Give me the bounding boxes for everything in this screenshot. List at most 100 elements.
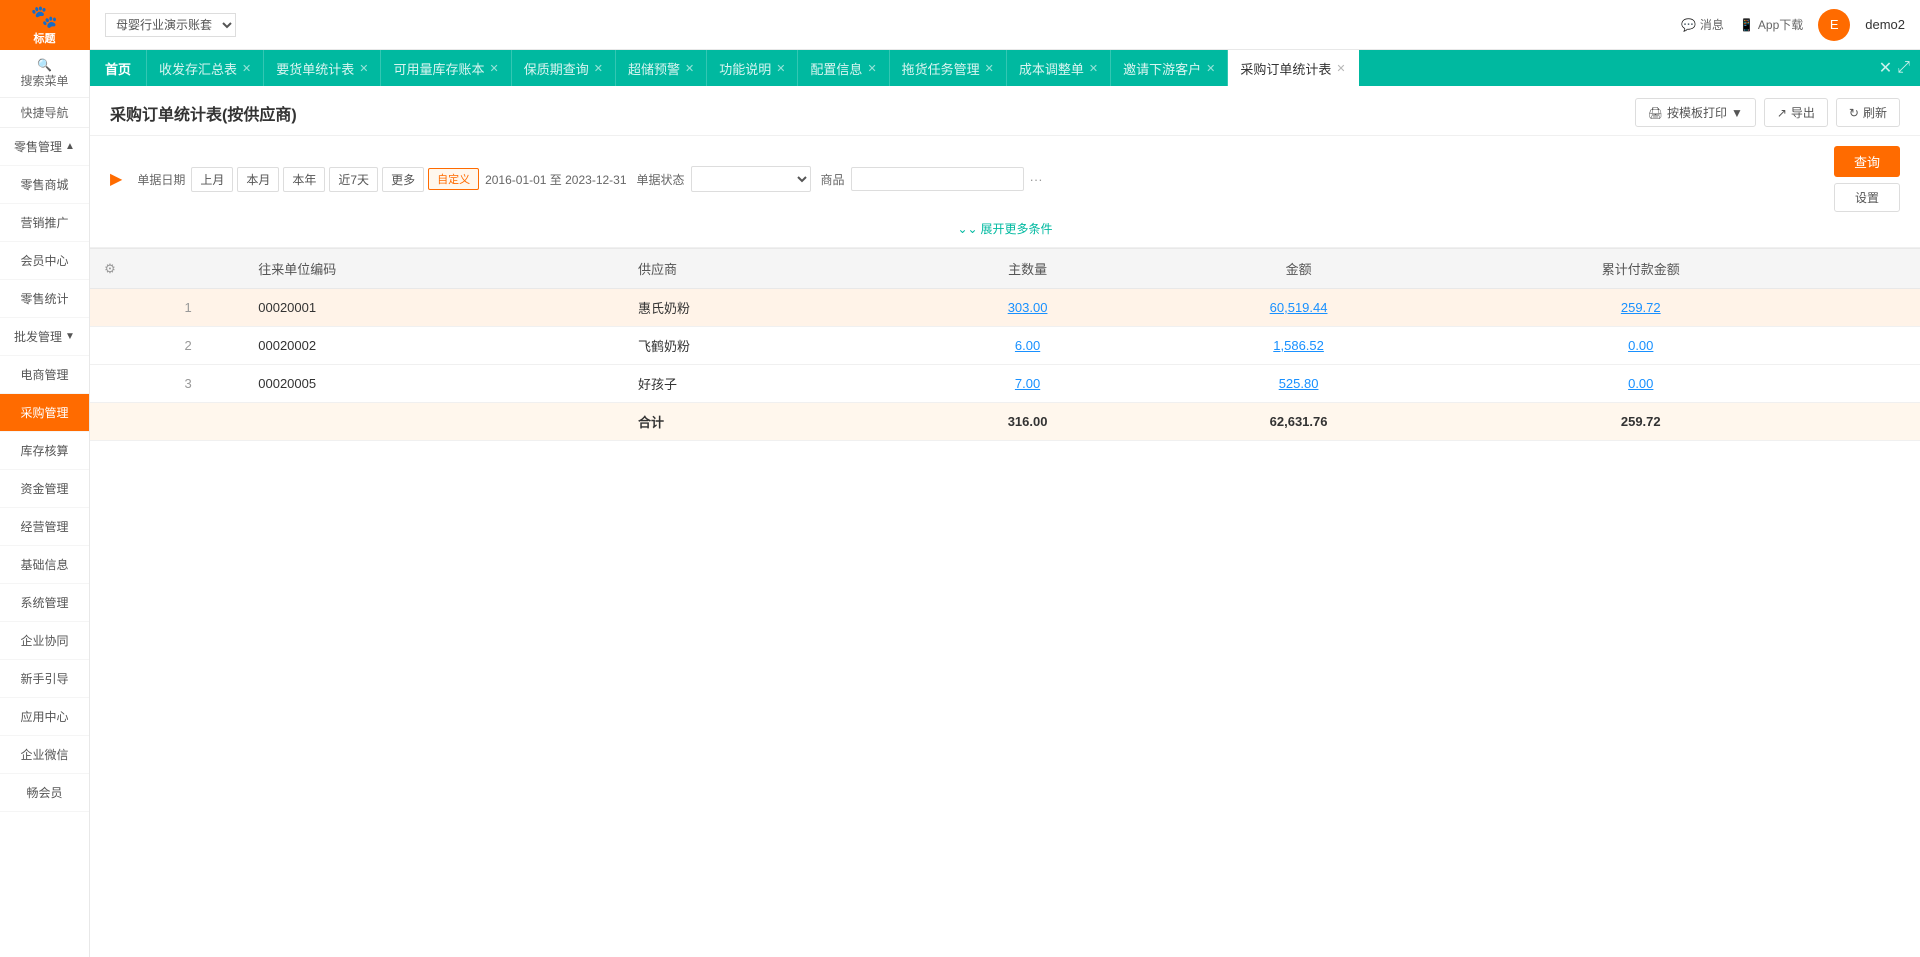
- sidebar-item-quicknav[interactable]: 快捷导航: [0, 98, 89, 128]
- tab-home[interactable]: 首页: [90, 50, 147, 86]
- tab-close-icon[interactable]: ✕: [242, 62, 251, 75]
- query-button[interactable]: 查询: [1834, 146, 1900, 177]
- sidebar-item-vip[interactable]: 畅会员: [0, 774, 89, 812]
- tab-chaochuyujing[interactable]: 超储预警 ✕: [616, 50, 707, 86]
- sidebar-item-label: 会员中心: [20, 252, 68, 269]
- date-this-year-button[interactable]: 本年: [283, 167, 325, 192]
- sidebar-item-marketing[interactable]: 营销推广: [0, 204, 89, 242]
- sidebar-item-member[interactable]: 会员中心: [0, 242, 89, 280]
- store-selector[interactable]: 母婴行业演示账套: [105, 13, 236, 37]
- tab-baoyuan[interactable]: 保质期查询 ✕: [512, 50, 616, 86]
- table-footer-row: 合计 316.00 62,631.76 259.72: [90, 403, 1920, 441]
- date-more-button[interactable]: 更多: [382, 167, 424, 192]
- sidebar-item-purchase[interactable]: 采购管理: [0, 394, 89, 432]
- th-supplier: 供应商: [626, 249, 909, 289]
- tab-close-icon[interactable]: ✕: [594, 62, 603, 75]
- td-extra: [1831, 327, 1920, 365]
- expand-more-button[interactable]: ⌄⌄ 展开更多条件: [957, 220, 1052, 237]
- sidebar-item-retailshop[interactable]: 零售商城: [0, 166, 89, 204]
- date-quick-buttons: 上月 本月 本年 近7天 更多 自定义: [191, 167, 479, 192]
- tab-maximize-icon[interactable]: ⤢: [1897, 59, 1910, 77]
- goods-more-icon[interactable]: ···: [1030, 172, 1043, 187]
- tab-close-icon[interactable]: ✕: [1206, 62, 1215, 75]
- tab-close-icon[interactable]: ✕: [985, 62, 994, 75]
- message-label: 消息: [1700, 16, 1724, 33]
- chevron-down-icon: ▲: [65, 141, 75, 152]
- tab-yaohuo[interactable]: 要货单统计表 ✕: [264, 50, 381, 86]
- table-row[interactable]: 2 00020002 飞鹤奶粉 6.00 1,586.52 0.00: [90, 327, 1920, 365]
- tab-gongneng[interactable]: 功能说明 ✕: [707, 50, 798, 86]
- td-amount[interactable]: 1,586.52: [1146, 327, 1451, 365]
- td-quantity[interactable]: 7.00: [909, 365, 1146, 403]
- tab-close-all-icon[interactable]: ✕: [1879, 58, 1892, 78]
- table-row[interactable]: 1 00020001 惠氏奶粉 303.00 60,519.44 259.72: [90, 289, 1920, 327]
- td-num: 2: [130, 327, 246, 365]
- tab-close-icon[interactable]: ✕: [1089, 62, 1098, 75]
- tab-close-icon[interactable]: ✕: [490, 62, 499, 75]
- td-quantity[interactable]: 6.00: [909, 327, 1146, 365]
- tab-peizhi[interactable]: 配置信息 ✕: [798, 50, 889, 86]
- filter-goods-item: 商品 ···: [821, 167, 1043, 191]
- sidebar-item-label: 资金管理: [20, 480, 68, 497]
- tab-close-icon[interactable]: ✕: [776, 62, 785, 75]
- th-settings[interactable]: ⚙: [90, 249, 130, 289]
- sidebar-item-newbie[interactable]: 新手引导: [0, 660, 89, 698]
- tfoot-quantity: 316.00: [909, 403, 1146, 441]
- goods-input[interactable]: [851, 167, 1024, 191]
- sidebar-item-appcenter[interactable]: 应用中心: [0, 698, 89, 736]
- date-7days-button[interactable]: 近7天: [329, 167, 378, 192]
- sidebar-item-search[interactable]: 🔍 搜索菜单: [0, 50, 89, 98]
- sidebar-item-finance[interactable]: 资金管理: [0, 470, 89, 508]
- td-extra: [1831, 289, 1920, 327]
- sidebar-item-basic[interactable]: 基础信息: [0, 546, 89, 584]
- tab-close-icon[interactable]: ✕: [685, 62, 694, 75]
- th-amount: 金额: [1146, 249, 1451, 289]
- refresh-button[interactable]: ↻ 刷新: [1836, 98, 1900, 127]
- date-this-month-button[interactable]: 本月: [237, 167, 279, 192]
- td-paid[interactable]: 0.00: [1451, 365, 1831, 403]
- tab-close-icon[interactable]: ✕: [867, 62, 876, 75]
- tab-label: 保质期查询: [524, 59, 589, 78]
- print-button[interactable]: 🖨 按模板打印 ▼: [1635, 98, 1756, 127]
- sidebar-item-label: 搜索菜单: [0, 72, 89, 89]
- settings-button[interactable]: 设置: [1834, 183, 1900, 212]
- tab-chengben[interactable]: 成本调整单 ✕: [1007, 50, 1111, 86]
- tab-shoufachuhui[interactable]: 收发存汇总表 ✕: [147, 50, 264, 86]
- tab-yaoqing[interactable]: 邀请下游客户 ✕: [1111, 50, 1228, 86]
- avatar-initial: E: [1830, 17, 1839, 32]
- tab-tuohuo[interactable]: 拖货任务管理 ✕: [890, 50, 1007, 86]
- export-button[interactable]: ↗ 导出: [1764, 98, 1828, 127]
- sidebar-item-operation[interactable]: 经营管理: [0, 508, 89, 546]
- th-num: [130, 249, 246, 289]
- logo: 🐾 标题: [0, 0, 90, 50]
- tab-label: 配置信息: [810, 59, 862, 78]
- sidebar-item-collab[interactable]: 企业协同: [0, 622, 89, 660]
- td-amount[interactable]: 525.80: [1146, 365, 1451, 403]
- td-amount[interactable]: 60,519.44: [1146, 289, 1451, 327]
- tab-keyong[interactable]: 可用量库存账本 ✕: [381, 50, 511, 86]
- sidebar-item-retail[interactable]: 零售管理 ▲: [0, 128, 89, 166]
- tab-close-icon[interactable]: ✕: [359, 62, 368, 75]
- main-content: 母婴行业演示账套 💬 消息 📱 App下载 E demo2 首页 收发存汇总表 …: [90, 0, 1920, 957]
- message-button[interactable]: 💬 消息: [1681, 16, 1724, 33]
- status-select[interactable]: [691, 166, 811, 192]
- sidebar-item-inventory[interactable]: 库存核算: [0, 432, 89, 470]
- td-paid[interactable]: 259.72: [1451, 289, 1831, 327]
- filter-collapse-icon[interactable]: ▶: [110, 169, 122, 189]
- logo-text: 标题: [34, 30, 56, 46]
- tab-caigou[interactable]: 采购订单统计表 ✕: [1228, 50, 1358, 86]
- td-code: 00020002: [246, 327, 626, 365]
- table-row[interactable]: 3 00020005 好孩子 7.00 525.80 0.00: [90, 365, 1920, 403]
- tab-close-icon[interactable]: ✕: [1336, 62, 1345, 75]
- date-last-month-button[interactable]: 上月: [191, 167, 233, 192]
- sidebar-item-system[interactable]: 系统管理: [0, 584, 89, 622]
- td-paid[interactable]: 0.00: [1451, 327, 1831, 365]
- sidebar-item-wholesale[interactable]: 批发管理 ▼: [0, 318, 89, 356]
- app-download-button[interactable]: 📱 App下载: [1739, 16, 1803, 33]
- sidebar-item-ecommerce[interactable]: 电商管理: [0, 356, 89, 394]
- sidebar-item-retailstat[interactable]: 零售统计: [0, 280, 89, 318]
- date-range-display: 2016-01-01 至 2023-12-31: [485, 171, 626, 188]
- td-quantity[interactable]: 303.00: [909, 289, 1146, 327]
- sidebar-item-wechat[interactable]: 企业微信: [0, 736, 89, 774]
- avatar[interactable]: E: [1818, 9, 1850, 41]
